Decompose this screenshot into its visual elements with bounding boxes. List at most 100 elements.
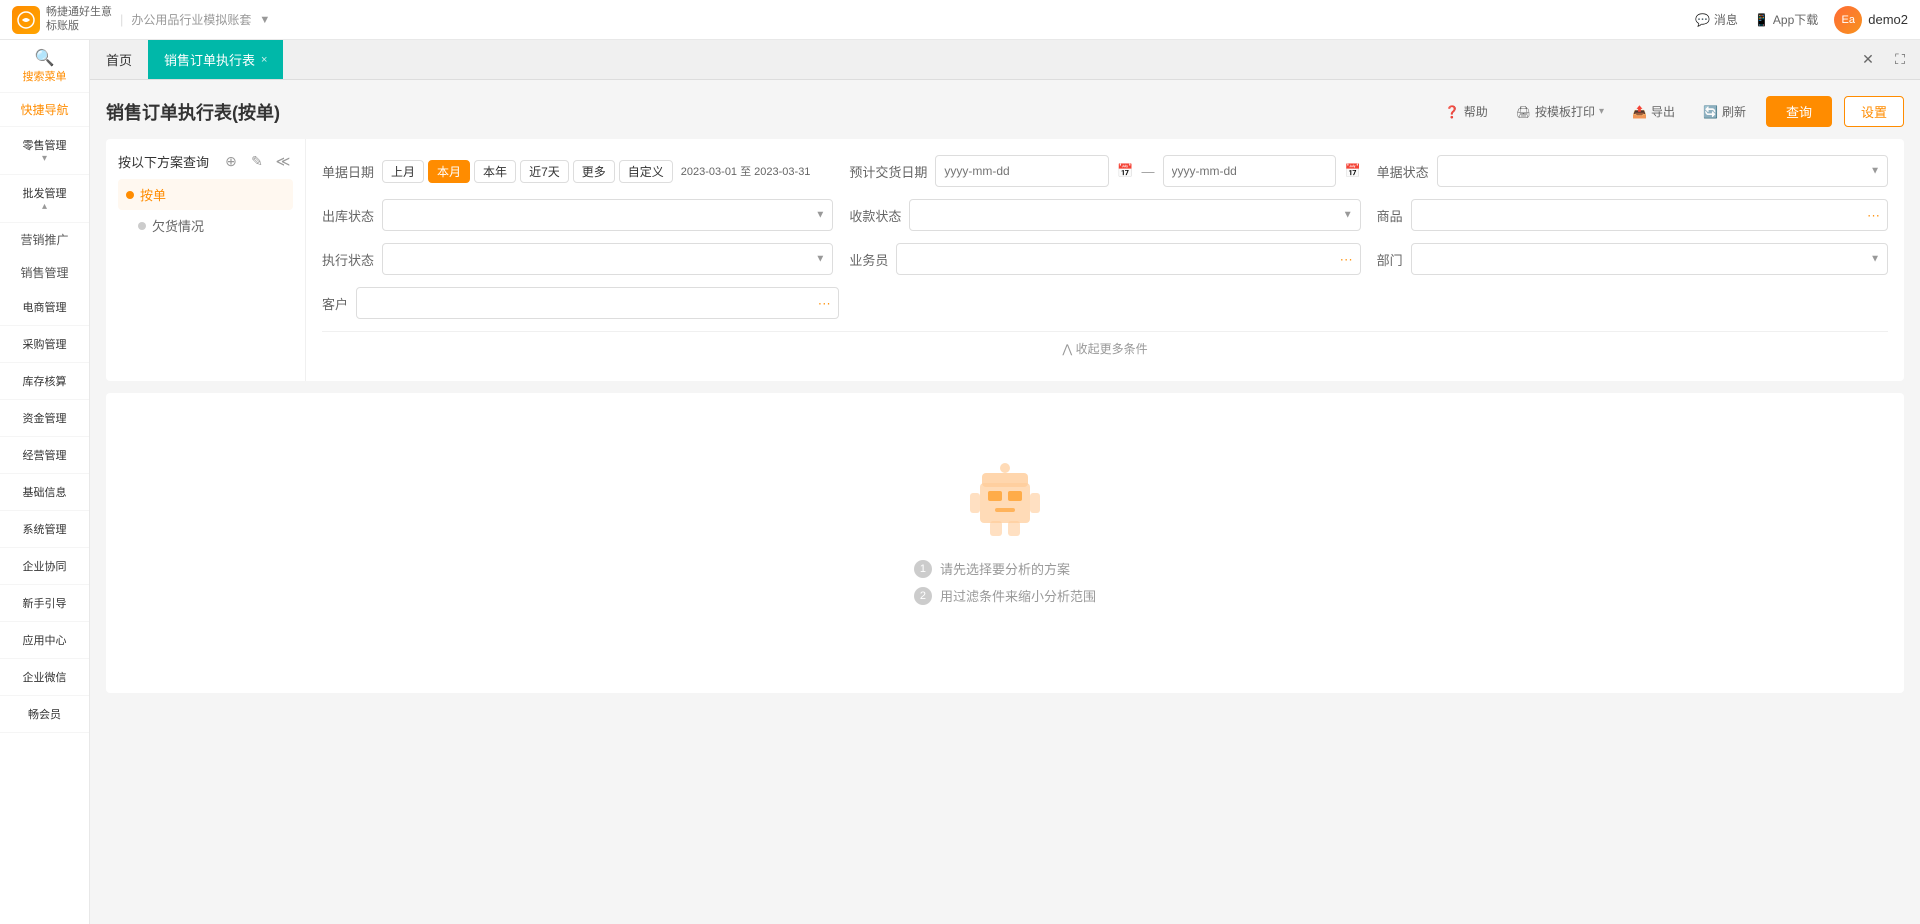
tab-bar: 首页 销售订单执行表 × ✕ ⛶: [90, 40, 1920, 80]
goods-dots-btn[interactable]: ···: [1867, 208, 1880, 223]
sidebar-item-ecommerce[interactable]: 电商管理: [0, 289, 89, 326]
expected-date-start[interactable]: [935, 155, 1109, 187]
quick-dates: 上月 本月 本年 近7天 更多 自定义: [382, 160, 673, 183]
sidebar-item-member[interactable]: 畅会员: [0, 696, 89, 733]
sidebar-item-inventory[interactable]: 库存核算: [0, 363, 89, 400]
content-area: 首页 销售订单执行表 × ✕ ⛶ 销售订单执行表(按单) ❓ 帮助: [90, 40, 1920, 924]
single-date-label: 单据日期: [322, 162, 374, 181]
quick-more[interactable]: 更多: [573, 160, 615, 183]
message-icon: 💬: [1695, 13, 1710, 27]
sidebar-item-sales-mgmt[interactable]: 销售管理: [0, 256, 89, 289]
messages-btn[interactable]: 💬 消息: [1695, 11, 1738, 28]
quick-this-month[interactable]: 本月: [428, 160, 470, 183]
tree-item-shortage[interactable]: 欠货情况: [118, 210, 293, 241]
quick-this-year[interactable]: 本年: [474, 160, 516, 183]
expected-date-group: 预计交货日期 📅 — 📅: [849, 155, 1360, 187]
sidebar-item-newuser[interactable]: 新手引导: [0, 585, 89, 622]
empty-state: 1 请先选择要分析的方案 2 用过滤条件来缩小分析范围: [106, 393, 1904, 665]
quick-last-month[interactable]: 上月: [382, 160, 424, 183]
customer-input[interactable]: [356, 287, 839, 319]
goods-group: 商品 ···: [1377, 199, 1888, 231]
export-icon: 📤: [1632, 105, 1647, 119]
user-area[interactable]: Ea demo2: [1834, 6, 1908, 34]
sidebar-item-operation[interactable]: 经营管理: [0, 437, 89, 474]
tab-expand-btn[interactable]: ⛶: [1888, 48, 1912, 72]
app-download-btn[interactable]: 📱 App下载: [1754, 11, 1818, 28]
left-panel-title: 按以下方案查询: [118, 152, 209, 171]
customer-dots-btn[interactable]: ···: [818, 296, 831, 311]
tree-dot-active: [126, 191, 134, 199]
settings-btn[interactable]: 设置: [1844, 96, 1904, 127]
salesperson-dots-btn[interactable]: ···: [1340, 252, 1353, 267]
expected-date-end[interactable]: [1163, 155, 1337, 187]
cal-icon-start[interactable]: 📅: [1117, 163, 1133, 179]
logo-text: 畅捷通好生意 标账版: [46, 6, 112, 32]
sidebar-item-finance[interactable]: 资金管理: [0, 400, 89, 437]
sidebar-item-retail[interactable]: 零售管理 ▾: [0, 127, 89, 175]
sidebar-item-system[interactable]: 系统管理: [0, 511, 89, 548]
tab-sales-exec[interactable]: 销售订单执行表 ×: [148, 40, 283, 79]
execution-status-group: 执行状态 ▼: [322, 243, 833, 275]
quick-custom[interactable]: 自定义: [619, 160, 673, 183]
expected-date-range: 📅 — 📅: [935, 155, 1360, 187]
collapse-bar[interactable]: ⋀ 收起更多条件: [322, 331, 1888, 365]
tab-close-window-btn[interactable]: ✕: [1856, 48, 1880, 72]
sidebar-item-enterprise[interactable]: 企业协同: [0, 548, 89, 585]
salesperson-input[interactable]: [896, 243, 1360, 275]
department-group: 部门 ▼: [1377, 243, 1888, 275]
refresh-btn[interactable]: 🔄 刷新: [1695, 99, 1754, 124]
execution-status-select[interactable]: [382, 243, 833, 275]
breadcrumb: 办公用品行业模拟账套: [131, 11, 251, 28]
sidebar-item-corpwechat[interactable]: 企业微信: [0, 659, 89, 696]
tab-close-btn[interactable]: ×: [261, 54, 267, 66]
page-header: 销售订单执行表(按单) ❓ 帮助 🖨 按模板打印 ▾ 📤 导出: [106, 96, 1904, 127]
logo-icon: [12, 6, 40, 34]
goods-label: 商品: [1377, 206, 1403, 225]
sidebar-item-search[interactable]: 🔍 搜索菜单: [0, 40, 89, 93]
tree-item-single[interactable]: 按单: [118, 179, 293, 210]
download-icon: 📱: [1754, 13, 1769, 27]
single-status-select[interactable]: [1437, 155, 1888, 187]
cal-icon-end[interactable]: 📅: [1344, 163, 1360, 179]
single-status-control: ▼: [1437, 155, 1888, 187]
filter-right: 单据日期 上月 本月 本年 近7天 更多 自定义 2023-03-01 至 20…: [306, 139, 1904, 381]
filter-row-1: 单据日期 上月 本月 本年 近7天 更多 自定义 2023-03-01 至 20…: [322, 155, 1888, 187]
sidebar-item-quicknav[interactable]: 快捷导航: [0, 93, 89, 127]
sidebar-item-basic[interactable]: 基础信息: [0, 474, 89, 511]
page-content: 销售订单执行表(按单) ❓ 帮助 🖨 按模板打印 ▾ 📤 导出: [90, 80, 1920, 924]
query-btn[interactable]: 查询: [1766, 96, 1832, 127]
header-left: 畅捷通好生意 标账版 | 办公用品行业模拟账套 ▼: [12, 6, 270, 34]
tree-item-shortage-label: 欠货情况: [152, 216, 204, 235]
main-layout: 🔍 搜索菜单 快捷导航 零售管理 ▾ 批发管理 ▴ 营销推广 销售管理 电商管理…: [0, 40, 1920, 924]
delivery-status-select[interactable]: [382, 199, 833, 231]
tree-item-single-label: 按单: [140, 185, 166, 204]
edit-scheme-btn[interactable]: ✎: [247, 151, 267, 171]
left-panel-actions: ⊕ ✎ ≪: [221, 151, 293, 171]
quick-7days[interactable]: 近7天: [520, 160, 569, 183]
sidebar-item-purchase[interactable]: 采购管理: [0, 326, 89, 363]
help-icon: ❓: [1445, 105, 1460, 119]
top-header: 畅捷通好生意 标账版 | 办公用品行业模拟账套 ▼ 💬 消息 📱 App下载 E…: [0, 0, 1920, 40]
sidebar-item-wholesale[interactable]: 批发管理 ▴: [0, 175, 89, 223]
export-btn[interactable]: 📤 导出: [1624, 99, 1683, 124]
tab-home[interactable]: 首页: [90, 40, 148, 79]
print-btn[interactable]: 🖨 按模板打印 ▾: [1508, 99, 1612, 124]
collection-status-control: ▼: [909, 199, 1360, 231]
department-select[interactable]: [1411, 243, 1888, 275]
goods-input[interactable]: [1411, 199, 1888, 231]
empty-illustration: [960, 453, 1050, 543]
sidebar-item-marketing[interactable]: 营销推广: [0, 223, 89, 256]
add-scheme-btn[interactable]: ⊕: [221, 151, 241, 171]
delivery-status-label: 出库状态: [322, 206, 374, 225]
collapse-panel-btn[interactable]: ≪: [273, 151, 293, 171]
sidebar-item-appcenter[interactable]: 应用中心: [0, 622, 89, 659]
help-btn[interactable]: ❓ 帮助: [1437, 99, 1496, 124]
collection-status-label: 收款状态: [849, 206, 901, 225]
sidebar-wholesale-submenu: 营销推广 销售管理: [0, 223, 89, 289]
filter-row-4: 客户 ···: [322, 287, 1888, 319]
collection-status-select[interactable]: [909, 199, 1360, 231]
salesperson-control: ···: [896, 243, 1360, 275]
empty-tip-2: 2 用过滤条件来缩小分析范围: [914, 586, 1096, 605]
salesperson-label: 业务员: [849, 250, 888, 269]
left-panel-header: 按以下方案查询 ⊕ ✎ ≪: [118, 151, 293, 171]
